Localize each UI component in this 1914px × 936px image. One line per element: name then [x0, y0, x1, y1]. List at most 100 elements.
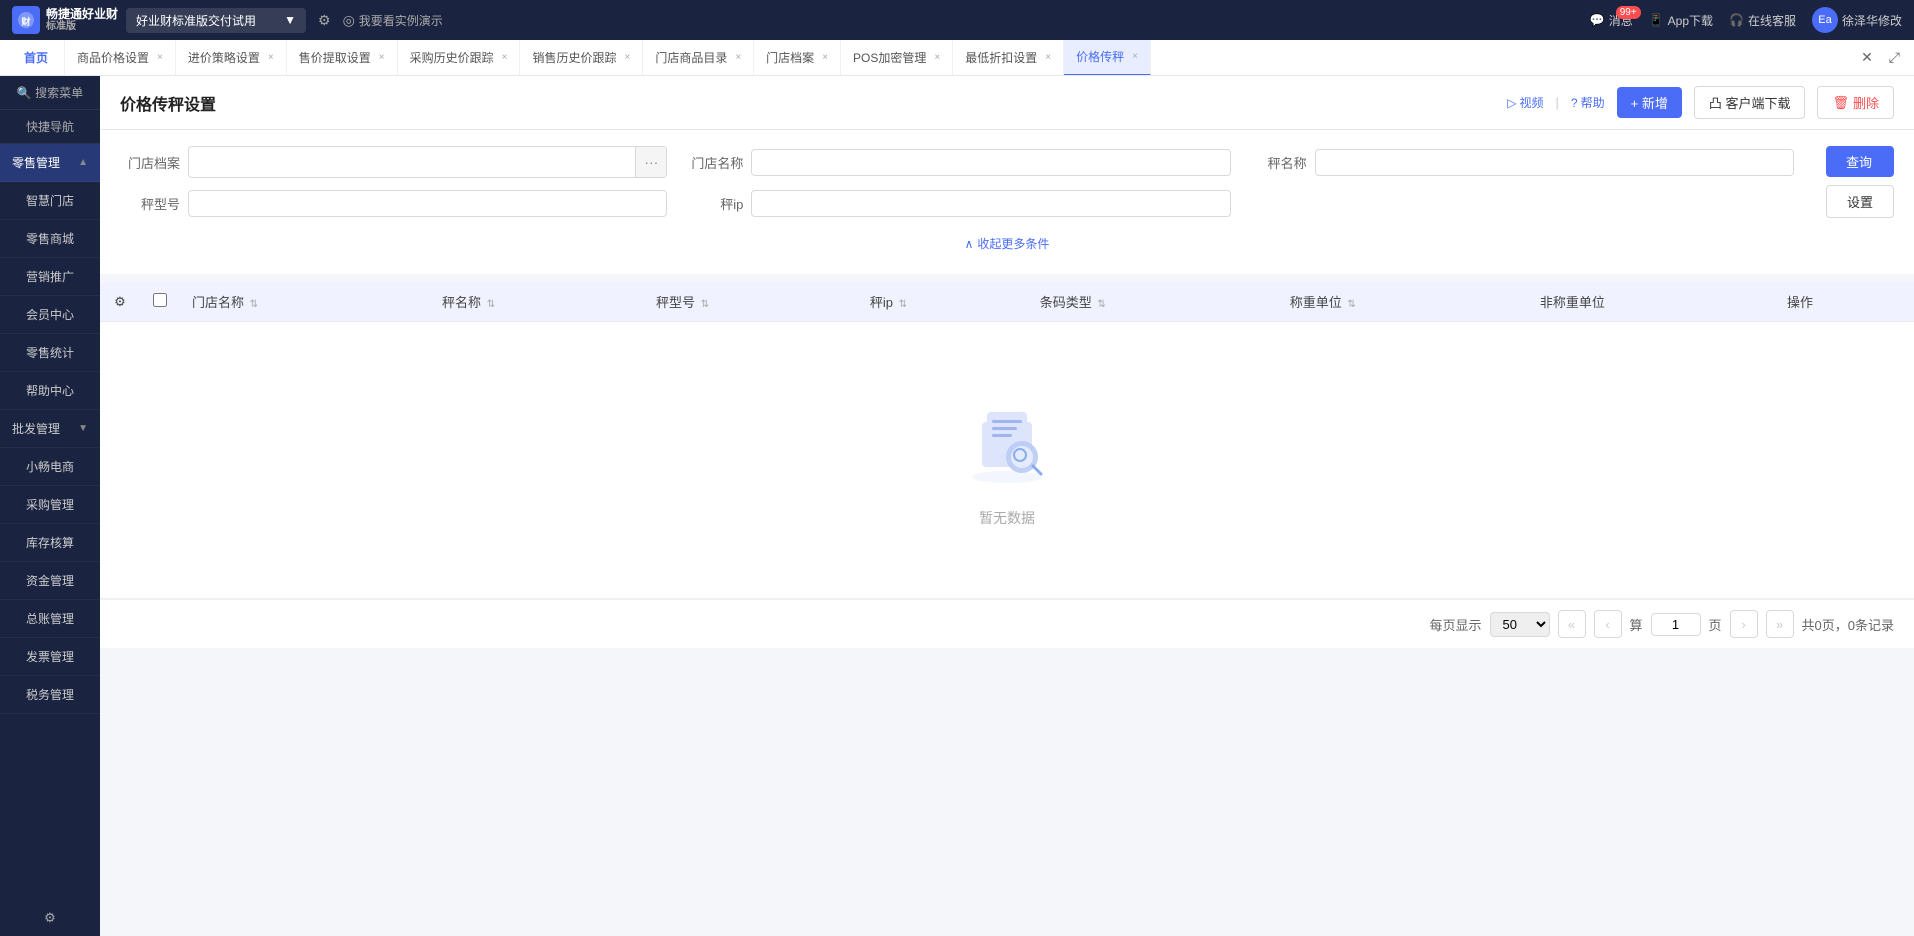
- online-service-button[interactable]: 🎧 在线客服: [1729, 12, 1796, 29]
- sort-icon-2[interactable]: ⇅: [487, 299, 495, 310]
- tab-store-catalog[interactable]: 门店商品目录 ×: [643, 40, 754, 76]
- sidebar: 🔍 搜索菜单 快捷导航 零售管理 ▲ 智慧门店 零售商城 营销推广 会员中心 零…: [0, 76, 100, 936]
- filter-scale-ip: 秤ip: [683, 190, 1230, 217]
- tab-store-catalog-close[interactable]: ×: [735, 52, 741, 63]
- user-menu[interactable]: Ea 徐泽华修改: [1812, 7, 1902, 33]
- th-store-name: 门店名称 ⇅: [180, 282, 430, 322]
- chevron-up-icon: ▲: [78, 157, 88, 168]
- store-archive-input[interactable]: [189, 150, 635, 175]
- scale-ip-input[interactable]: [751, 190, 1230, 217]
- tab-purchase-history[interactable]: 采购历史价跟踪 ×: [398, 40, 521, 76]
- header-separator: |: [1556, 95, 1559, 110]
- first-page-icon: «: [1568, 617, 1575, 632]
- sidebar-item-help[interactable]: 帮助中心: [0, 372, 100, 410]
- sort-icon-4[interactable]: ⇅: [899, 299, 907, 310]
- store-name-input[interactable]: [751, 149, 1230, 176]
- message-badge: 99+: [1616, 6, 1641, 19]
- tab-sales-history-close[interactable]: ×: [624, 52, 630, 63]
- add-button-label: + 新增: [1631, 93, 1668, 112]
- sidebar-item-marketing[interactable]: 营销推广: [0, 258, 100, 296]
- tab-price-strategy-close[interactable]: ×: [268, 52, 274, 63]
- tab-product-price[interactable]: 商品价格设置 ×: [65, 40, 176, 76]
- prev-page-icon: ‹: [1605, 617, 1609, 632]
- tab-price-scale[interactable]: 价格传秤 ×: [1064, 40, 1151, 76]
- collapse-button[interactable]: ∧ 收起更多条件: [965, 235, 1050, 252]
- top-bar: 财 畅捷通好业财 标准版 好业财标准版交付试用 ▼ ⚙ ◎ 我要看实例演示 💬 …: [0, 0, 1914, 40]
- sidebar-item-purchase[interactable]: 采购管理: [0, 486, 100, 524]
- tab-price-scale-close[interactable]: ×: [1132, 51, 1138, 62]
- tab-price-strategy[interactable]: 进价策略设置 ×: [176, 40, 287, 76]
- sidebar-item-retail-stats[interactable]: 零售统计: [0, 334, 100, 372]
- tab-maximize-button[interactable]: ⤢: [1883, 45, 1906, 70]
- th-checkbox[interactable]: [140, 282, 180, 322]
- query-button[interactable]: 查询: [1826, 146, 1894, 177]
- table-body: 暂无数据: [100, 322, 1914, 599]
- tab-close-all-button[interactable]: ✕: [1855, 45, 1879, 70]
- set-button[interactable]: 设置: [1826, 185, 1894, 218]
- sidebar-item-inventory[interactable]: 库存核算: [0, 524, 100, 562]
- th-barcode-type-label: 条码类型: [1040, 295, 1092, 310]
- sort-icon[interactable]: ⇅: [250, 299, 258, 310]
- delete-button[interactable]: 🗑 删除: [1817, 86, 1894, 119]
- store-archive-dots-btn[interactable]: ···: [635, 147, 666, 177]
- tab-min-discount-close[interactable]: ×: [1045, 52, 1051, 63]
- data-table: ⚙ 门店名称 ⇅ 秤名称 ⇅: [100, 282, 1914, 599]
- sidebar-item-ecommerce[interactable]: 小畅电商: [0, 448, 100, 486]
- sidebar-quick-nav-label: 快捷导航: [26, 120, 74, 134]
- sort-icon-6[interactable]: ⇅: [1347, 299, 1355, 310]
- page-size-select[interactable]: 50 10 20 100: [1490, 612, 1550, 637]
- sidebar-item-finance[interactable]: 资金管理: [0, 562, 100, 600]
- download-button[interactable]: 凸 客户端下载: [1694, 86, 1806, 119]
- prev-page-button[interactable]: ‹: [1594, 610, 1622, 638]
- tab-store-archive-close[interactable]: ×: [822, 52, 828, 63]
- sidebar-item-member[interactable]: 会员中心: [0, 296, 100, 334]
- sidebar-quick-nav[interactable]: 快捷导航: [0, 110, 100, 144]
- tab-sales-history[interactable]: 销售历史价跟踪 ×: [520, 40, 643, 76]
- tab-pos-encrypt[interactable]: POS加密管理 ×: [841, 40, 953, 76]
- tab-sale-price-close[interactable]: ×: [379, 52, 385, 63]
- tab-sale-price[interactable]: 售价提取设置 ×: [287, 40, 398, 76]
- sidebar-item-wholesale[interactable]: 批发管理 ▼: [0, 410, 100, 448]
- help-link[interactable]: ? 帮助: [1571, 94, 1605, 111]
- th-settings[interactable]: ⚙: [100, 282, 140, 322]
- top-settings-icon[interactable]: ⚙: [314, 8, 335, 33]
- scale-name-input[interactable]: [1315, 149, 1794, 176]
- env-selector[interactable]: 好业财标准版交付试用 ▼: [126, 8, 306, 33]
- page-number-input[interactable]: 1: [1651, 613, 1701, 636]
- sidebar-item-retail[interactable]: 零售管理 ▲: [0, 144, 100, 182]
- last-page-button[interactable]: »: [1766, 610, 1794, 638]
- scale-ip-label: 秤ip: [683, 194, 743, 213]
- scale-model-input[interactable]: [188, 190, 667, 217]
- sidebar-search[interactable]: 🔍 搜索菜单: [0, 76, 100, 110]
- sidebar-settings[interactable]: ⚙: [0, 900, 100, 936]
- sidebar-item-ecommerce-label: 小畅电商: [26, 458, 74, 475]
- tab-min-discount[interactable]: 最低折扣设置 ×: [953, 40, 1064, 76]
- select-all-checkbox[interactable]: [153, 293, 167, 307]
- avatar: Ea: [1812, 7, 1838, 33]
- tab-pos-encrypt-close[interactable]: ×: [934, 52, 940, 63]
- tab-purchase-history-close[interactable]: ×: [502, 52, 508, 63]
- delete-button-label: 删除: [1853, 93, 1879, 112]
- tab-price-strategy-label: 进价策略设置: [188, 49, 260, 66]
- sidebar-item-ledger[interactable]: 总账管理: [0, 600, 100, 638]
- total-pages-label: 页: [1709, 615, 1722, 634]
- sort-icon-3[interactable]: ⇅: [701, 299, 709, 310]
- sidebar-item-wholesale-label: 批发管理: [12, 420, 60, 437]
- message-button[interactable]: 💬 消息 99+: [1590, 12, 1633, 29]
- sidebar-item-smart-store[interactable]: 智慧门店: [0, 182, 100, 220]
- sidebar-item-retail-mall[interactable]: 零售商城: [0, 220, 100, 258]
- sort-icon-5[interactable]: ⇅: [1097, 299, 1105, 310]
- sidebar-item-invoice[interactable]: 发票管理: [0, 638, 100, 676]
- next-page-button[interactable]: ›: [1730, 610, 1758, 638]
- tab-store-archive-label: 门店档案: [766, 49, 814, 66]
- app-download-button[interactable]: 📱 App下载: [1649, 12, 1713, 29]
- add-button[interactable]: + 新增: [1617, 87, 1682, 118]
- tab-product-price-close[interactable]: ×: [157, 52, 163, 63]
- video-link[interactable]: ▷ 视频: [1507, 94, 1543, 111]
- tab-home[interactable]: 首页: [8, 40, 65, 76]
- sidebar-item-tax[interactable]: 税务管理: [0, 676, 100, 714]
- demo-link[interactable]: ◎ 我要看实例演示: [343, 12, 443, 29]
- query-button-label: 查询: [1846, 152, 1872, 171]
- tab-store-archive[interactable]: 门店档案 ×: [754, 40, 841, 76]
- first-page-button[interactable]: «: [1558, 610, 1586, 638]
